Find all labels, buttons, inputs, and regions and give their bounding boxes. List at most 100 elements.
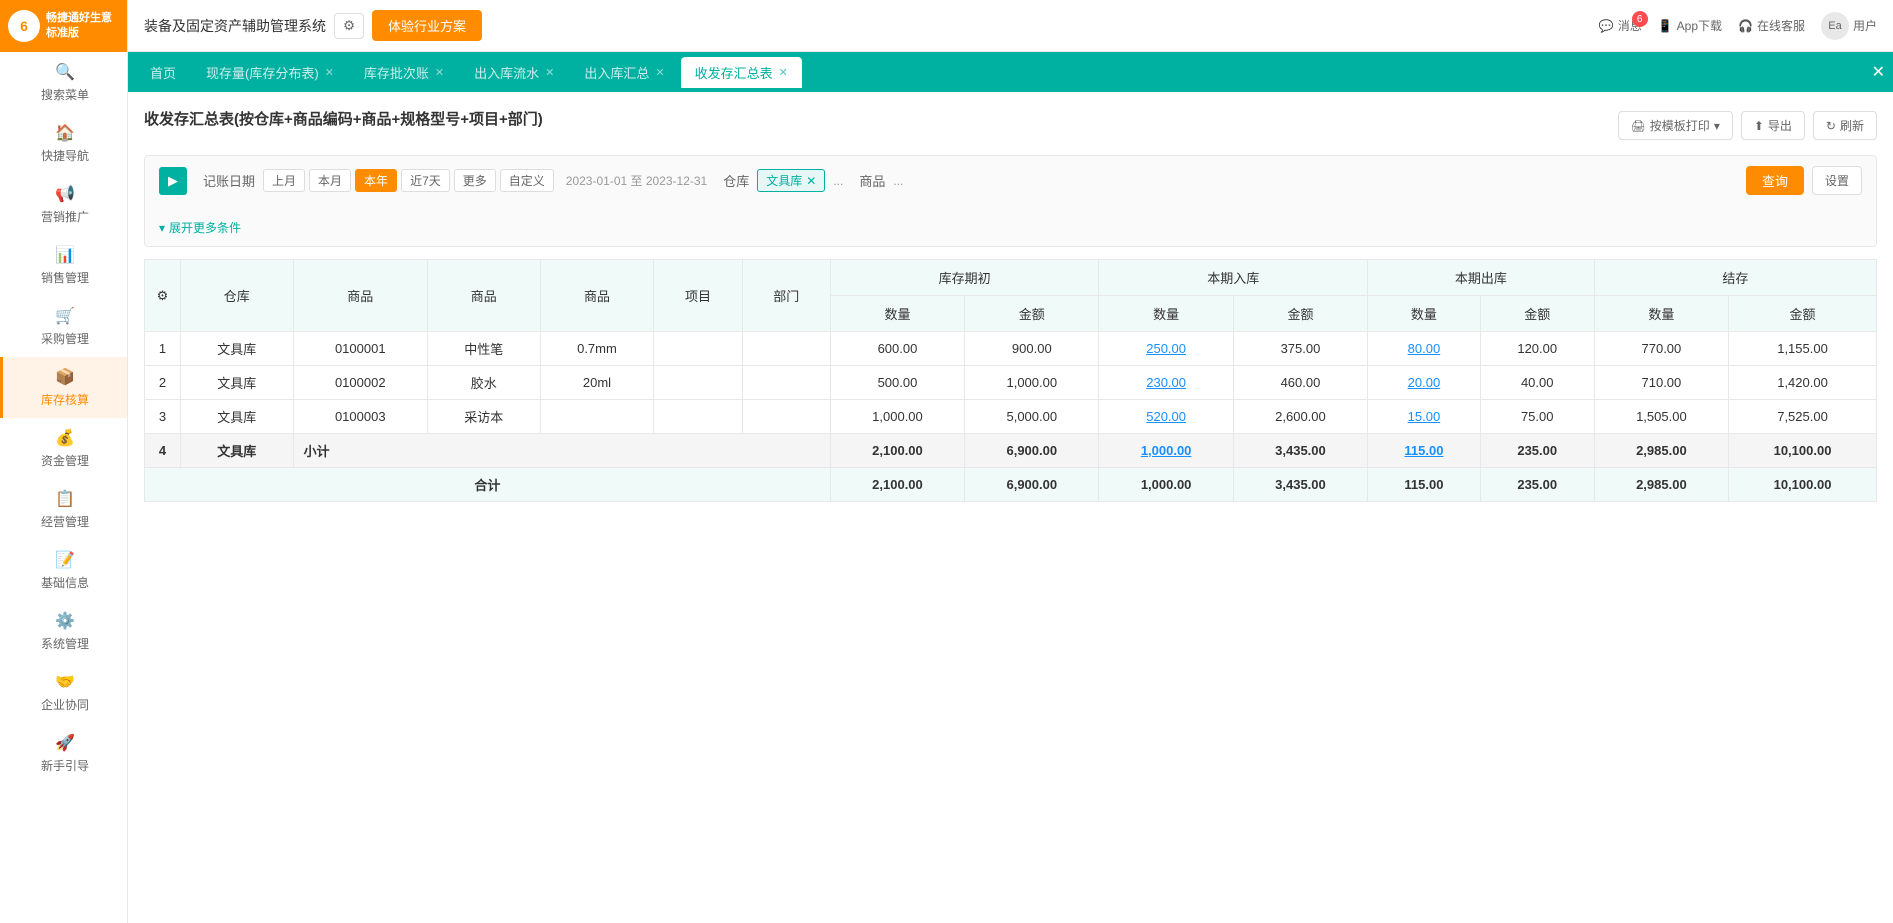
sidebar-item-sales[interactable]: 📊销售管理	[0, 235, 127, 296]
date-btn-自定义[interactable]: 自定义	[500, 169, 554, 192]
chevron-down-icon: ▾	[159, 221, 165, 235]
sidebar-item-enterprise[interactable]: 🤝企业协同	[0, 662, 127, 723]
bal-amt-header: 金额	[1729, 296, 1877, 332]
tab-现存量(库存分布表)[interactable]: 现存量(库存分布表)✕	[192, 57, 348, 88]
sidebar-item-inventory[interactable]: 📦 库存核算	[0, 357, 127, 418]
tab-首页[interactable]: 首页	[136, 57, 190, 88]
row-project	[654, 332, 742, 366]
row-bal-qty: 1,505.00	[1594, 400, 1728, 434]
row-bal-qty: 770.00	[1594, 332, 1728, 366]
app-download-item[interactable]: 📱 App下载	[1658, 17, 1722, 34]
in-qty-header: 数量	[1099, 296, 1233, 332]
printer-icon: 🖨	[1631, 119, 1646, 133]
inventory-icon: 📦	[55, 367, 75, 387]
sidebar-item-label: 企业协同	[41, 696, 89, 713]
row-in-qty[interactable]: 250.00	[1099, 332, 1233, 366]
settings-button[interactable]: 设置	[1812, 166, 1862, 195]
row-name: 中性笔	[427, 332, 540, 366]
code-col-header: 商品	[293, 260, 427, 332]
goods-more[interactable]: ...	[893, 174, 903, 188]
filter-bar: ▶ 记账日期 上月本月本年近7天更多自定义 2023-01-01 至 2023-…	[144, 155, 1877, 247]
total-in-amt: 3,435.00	[1233, 468, 1367, 502]
row-out-qty[interactable]: 20.00	[1368, 366, 1481, 400]
row-open-amt: 900.00	[965, 332, 1099, 366]
guide-icon: 🚀	[55, 733, 75, 753]
row-open-amt: 1,000.00	[965, 366, 1099, 400]
sidebar-item-label: 库存核算	[41, 391, 89, 408]
spec-col-header: 商品	[540, 260, 654, 332]
date-btn-近7天[interactable]: 近7天	[401, 169, 450, 192]
row-in-qty[interactable]: 230.00	[1099, 366, 1233, 400]
tab-close[interactable]: ✕	[325, 66, 334, 79]
sub-in-qty[interactable]: 1,000.00	[1099, 434, 1233, 468]
expand-conditions-btn[interactable]: ▾ 展开更多条件	[159, 219, 1862, 236]
tab-close[interactable]: ✕	[779, 66, 788, 79]
balance-header: 结存	[1594, 260, 1876, 296]
export-button[interactable]: ⬆ 导出	[1741, 111, 1805, 140]
sidebar-item-quick-nav[interactable]: 🏠快捷导航	[0, 113, 127, 174]
row-in-qty[interactable]: 520.00	[1099, 400, 1233, 434]
open-qty-header: 数量	[830, 296, 964, 332]
sidebar-item-finance[interactable]: 💰资金管理	[0, 418, 127, 479]
tab-close[interactable]: ✕	[655, 66, 664, 79]
sub-out-qty[interactable]: 115.00	[1368, 434, 1481, 468]
logo: 6 畅捷通好生意 标准版	[0, 0, 127, 52]
row-out-qty[interactable]: 15.00	[1368, 400, 1481, 434]
date-btn-上月[interactable]: 上月	[263, 169, 305, 192]
sidebar-item-marketing[interactable]: 📢营销推广	[0, 174, 127, 235]
refresh-icon: ↻	[1826, 119, 1836, 133]
notification-item[interactable]: 💬 消息 6	[1599, 17, 1642, 34]
row-in-amt: 375.00	[1233, 332, 1367, 366]
operations-icon: 📋	[55, 489, 75, 509]
tab-收发存汇总表[interactable]: 收发存汇总表✕	[681, 57, 802, 88]
tab-出入库流水[interactable]: 出入库流水 ✕	[460, 57, 568, 88]
tab-bar-close[interactable]: ✕	[1872, 62, 1885, 82]
sidebar-item-operations[interactable]: 📋经营管理	[0, 479, 127, 540]
warehouse-label: 仓库	[723, 171, 749, 190]
tab-出入库汇总[interactable]: 出入库汇总✕	[570, 57, 678, 88]
avatar: Ea	[1821, 12, 1849, 40]
user-item[interactable]: Ea 用户	[1821, 12, 1877, 40]
basic-info-icon: 📝	[55, 550, 75, 570]
row-name: 胶水	[427, 366, 540, 400]
quick-nav-icon: 🏠	[55, 123, 75, 143]
date-btn-更多[interactable]: 更多	[454, 169, 496, 192]
sidebar-item-guide[interactable]: 🚀新手引导	[0, 723, 127, 784]
filter-toggle[interactable]: ▶	[159, 167, 187, 195]
chevron-down-icon: ▾	[1714, 119, 1720, 133]
row-dept	[742, 332, 830, 366]
warehouse-tag-text: 文具库	[766, 172, 802, 189]
gear-button[interactable]: ⚙	[334, 13, 364, 39]
sidebar-item-system[interactable]: ⚙️系统管理	[0, 601, 127, 662]
warehouse-tag: 文具库 ✕	[757, 169, 825, 192]
tab-库存批次账[interactable]: 库存批次账✕	[350, 57, 458, 88]
date-btn-本月[interactable]: 本月	[309, 169, 351, 192]
header-left: 装备及固定资产辅助管理系统 ⚙ 体验行业方案	[144, 10, 482, 41]
row-bal-amt: 1,420.00	[1729, 366, 1877, 400]
date-btn-本年[interactable]: 本年	[355, 169, 397, 192]
print-button[interactable]: 🖨 按模板打印 ▾	[1618, 111, 1733, 140]
sidebar-item-label: 采购管理	[41, 330, 89, 347]
sidebar-item-search[interactable]: 🔍搜索菜单	[0, 52, 127, 113]
settings-col-header[interactable]: ⚙	[145, 260, 181, 332]
refresh-button[interactable]: ↻ 刷新	[1813, 111, 1877, 140]
tab-close[interactable]: ✕	[545, 66, 554, 79]
tab-close[interactable]: ✕	[435, 66, 444, 79]
experience-button[interactable]: 体验行业方案	[372, 10, 482, 41]
query-button[interactable]: 查询	[1746, 166, 1804, 195]
row-warehouse: 文具库	[181, 332, 294, 366]
warehouse-more[interactable]: ...	[833, 174, 843, 188]
sidebar-item-basic-info[interactable]: 📝基础信息	[0, 540, 127, 601]
notification-badge: 6	[1632, 11, 1648, 27]
system-name: 装备及固定资产辅助管理系统	[144, 16, 326, 36]
date-filter-section: 记账日期 上月本月本年近7天更多自定义 2023-01-01 至 2023-12…	[203, 169, 707, 192]
row-out-qty[interactable]: 80.00	[1368, 332, 1481, 366]
sidebar-item-purchase[interactable]: 🛒采购管理	[0, 296, 127, 357]
sub-open-amt: 6,900.00	[965, 434, 1099, 468]
warehouse-tag-close[interactable]: ✕	[806, 174, 816, 188]
total-label: 合计	[145, 468, 831, 502]
sales-icon: 📊	[55, 245, 75, 265]
online-service-item[interactable]: 🎧 在线客服	[1738, 17, 1805, 34]
tab-label: 出入库流水	[474, 63, 539, 82]
row-in-amt: 460.00	[1233, 366, 1367, 400]
